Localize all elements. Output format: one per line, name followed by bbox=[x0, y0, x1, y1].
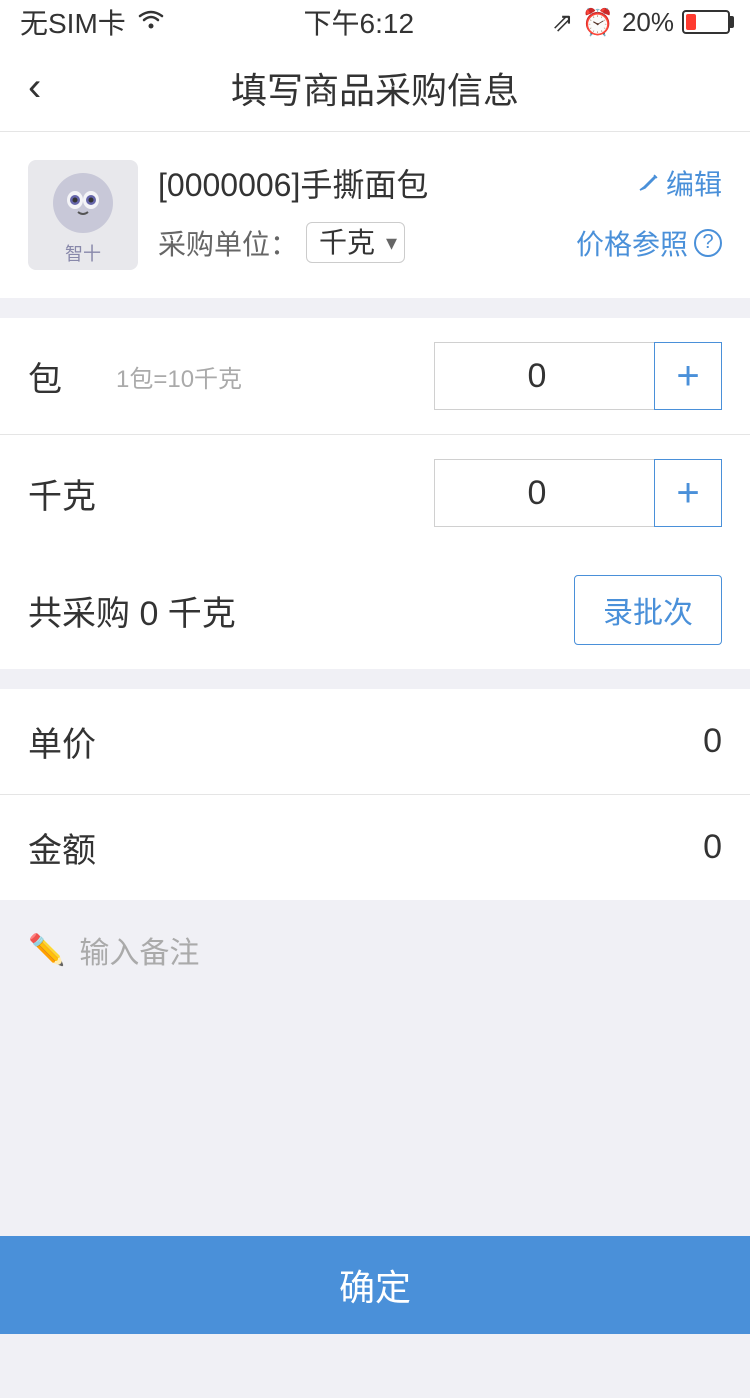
product-name: [0000006]手撕面包 bbox=[158, 160, 428, 206]
battery-icon bbox=[682, 10, 730, 34]
bao-input[interactable] bbox=[434, 342, 654, 410]
alarm-icon: ⏰ bbox=[582, 7, 614, 38]
summary-row: 共采购 0 千克 录批次 bbox=[0, 551, 750, 669]
product-card: 智十 [0000006]手撕面包 编辑 采购单位： bbox=[0, 132, 750, 298]
product-thumbnail: 智十 bbox=[48, 168, 118, 263]
qianke-row: 千克 + bbox=[0, 435, 750, 551]
summary-text: 共采购 0 千克 bbox=[28, 586, 236, 635]
confirm-button-label: 确定 bbox=[339, 1259, 411, 1311]
note-section[interactable]: ✏️ 输入备注 bbox=[0, 900, 750, 1000]
battery-percent: 20% bbox=[622, 7, 674, 38]
unit-price-row: 单价 0 bbox=[0, 689, 750, 795]
time-display: 下午6:12 bbox=[304, 2, 415, 42]
carrier-label: 无SIM卡 bbox=[20, 2, 126, 42]
qianke-label: 千克 bbox=[28, 469, 108, 518]
qianke-plus-button[interactable]: + bbox=[654, 459, 722, 527]
product-image: 智十 bbox=[28, 160, 138, 270]
bao-hint: 1包=10千克 bbox=[116, 359, 242, 394]
unit-label: 采购单位： bbox=[158, 223, 298, 263]
record-batch-button[interactable]: 录批次 bbox=[574, 575, 722, 645]
qianke-input[interactable] bbox=[434, 459, 654, 527]
bao-row: 包 1包=10千克 + bbox=[0, 318, 750, 435]
unit-price-label: 单价 bbox=[28, 717, 96, 766]
bao-label: 包 bbox=[28, 352, 108, 401]
info-section: 单价 0 金额 0 bbox=[0, 689, 750, 900]
bao-plus-button[interactable]: + bbox=[654, 342, 722, 410]
help-icon: ? bbox=[694, 229, 722, 257]
pencil-icon: ✏️ bbox=[28, 933, 65, 968]
location-icon: ⇗ bbox=[552, 7, 574, 38]
amount-value: 0 bbox=[703, 828, 722, 867]
edit-button[interactable]: 编辑 bbox=[636, 163, 722, 203]
product-info: [0000006]手撕面包 编辑 采购单位： 千克 包 bbox=[158, 160, 722, 263]
nav-bar: ‹ 填写商品采购信息 bbox=[0, 44, 750, 132]
page-title: 填写商品采购信息 bbox=[231, 62, 519, 114]
confirm-bar[interactable]: 确定 bbox=[0, 1236, 750, 1334]
status-bar: 无SIM卡 下午6:12 ⇗ ⏰ 20% bbox=[0, 0, 750, 44]
price-ref-button[interactable]: 价格参照 ? bbox=[576, 223, 722, 263]
section-divider-1 bbox=[0, 298, 750, 318]
input-section: 包 1包=10千克 + 千克 + bbox=[0, 318, 750, 551]
wifi-icon bbox=[136, 6, 166, 38]
section-divider-2 bbox=[0, 669, 750, 689]
amount-label: 金额 bbox=[28, 823, 96, 872]
unit-select-wrap[interactable]: 千克 包 bbox=[306, 222, 405, 263]
status-left: 无SIM卡 bbox=[20, 2, 166, 42]
amount-row: 金额 0 bbox=[0, 795, 750, 900]
status-right: ⇗ ⏰ 20% bbox=[552, 7, 730, 38]
back-button[interactable]: ‹ bbox=[28, 65, 41, 110]
unit-select[interactable]: 千克 包 bbox=[306, 222, 405, 263]
unit-price-value: 0 bbox=[703, 722, 722, 761]
note-placeholder: 输入备注 bbox=[79, 928, 199, 972]
